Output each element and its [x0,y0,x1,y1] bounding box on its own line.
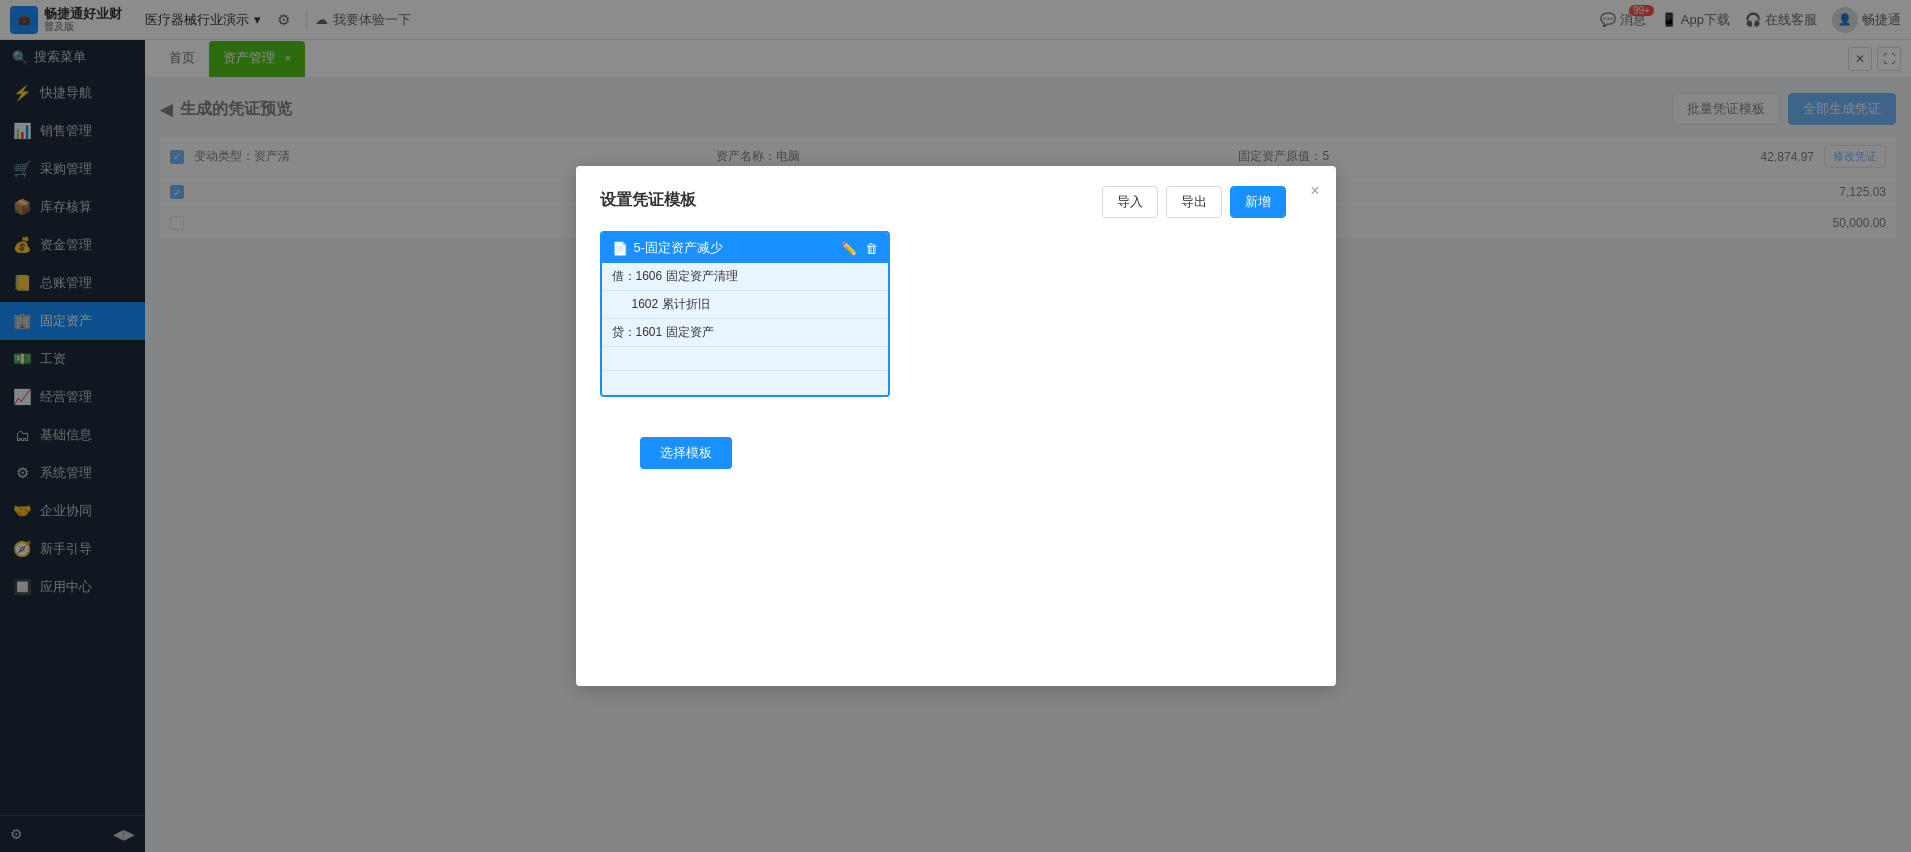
template-card-title: 📄 5-固定资产减少 [612,239,724,257]
template-debit-row-1: 借：1606 固定资产清理 [602,263,888,291]
template-empty-row-1 [602,347,888,371]
template-empty-row-2 [602,371,888,395]
template-name: 5-固定资产减少 [634,239,724,257]
template-card-body: 借：1606 固定资产清理 1602 累计折旧 贷：1601 固定资产 [602,263,888,395]
modal-dialog: 设置凭证模板 导入 导出 新增 × 📄 5-固定资产减少 ✏️ 🗑 借：1 [576,166,1336,686]
export-btn[interactable]: 导出 [1166,186,1222,218]
modal-toolbar: 导入 导出 新增 [1102,186,1286,218]
template-delete-icon[interactable]: 🗑 [865,241,878,256]
import-btn[interactable]: 导入 [1102,186,1158,218]
template-doc-icon: 📄 [612,241,628,256]
template-debit-row-2: 1602 累计折旧 [602,291,888,319]
modal-close-btn[interactable]: × [1310,182,1319,200]
template-edit-icon[interactable]: ✏️ [841,241,857,256]
template-credit-row-1: 贷：1601 固定资产 [602,319,888,347]
new-btn[interactable]: 新增 [1230,186,1286,218]
choose-template-btn[interactable]: 选择模板 [640,437,732,469]
template-card-header: 📄 5-固定资产减少 ✏️ 🗑 [602,233,888,263]
template-card: 📄 5-固定资产减少 ✏️ 🗑 借：1606 固定资产清理 1602 累计折旧 … [600,231,890,397]
modal-overlay: 设置凭证模板 导入 导出 新增 × 📄 5-固定资产减少 ✏️ 🗑 借：1 [0,0,1911,852]
template-card-actions: ✏️ 🗑 [841,241,878,256]
